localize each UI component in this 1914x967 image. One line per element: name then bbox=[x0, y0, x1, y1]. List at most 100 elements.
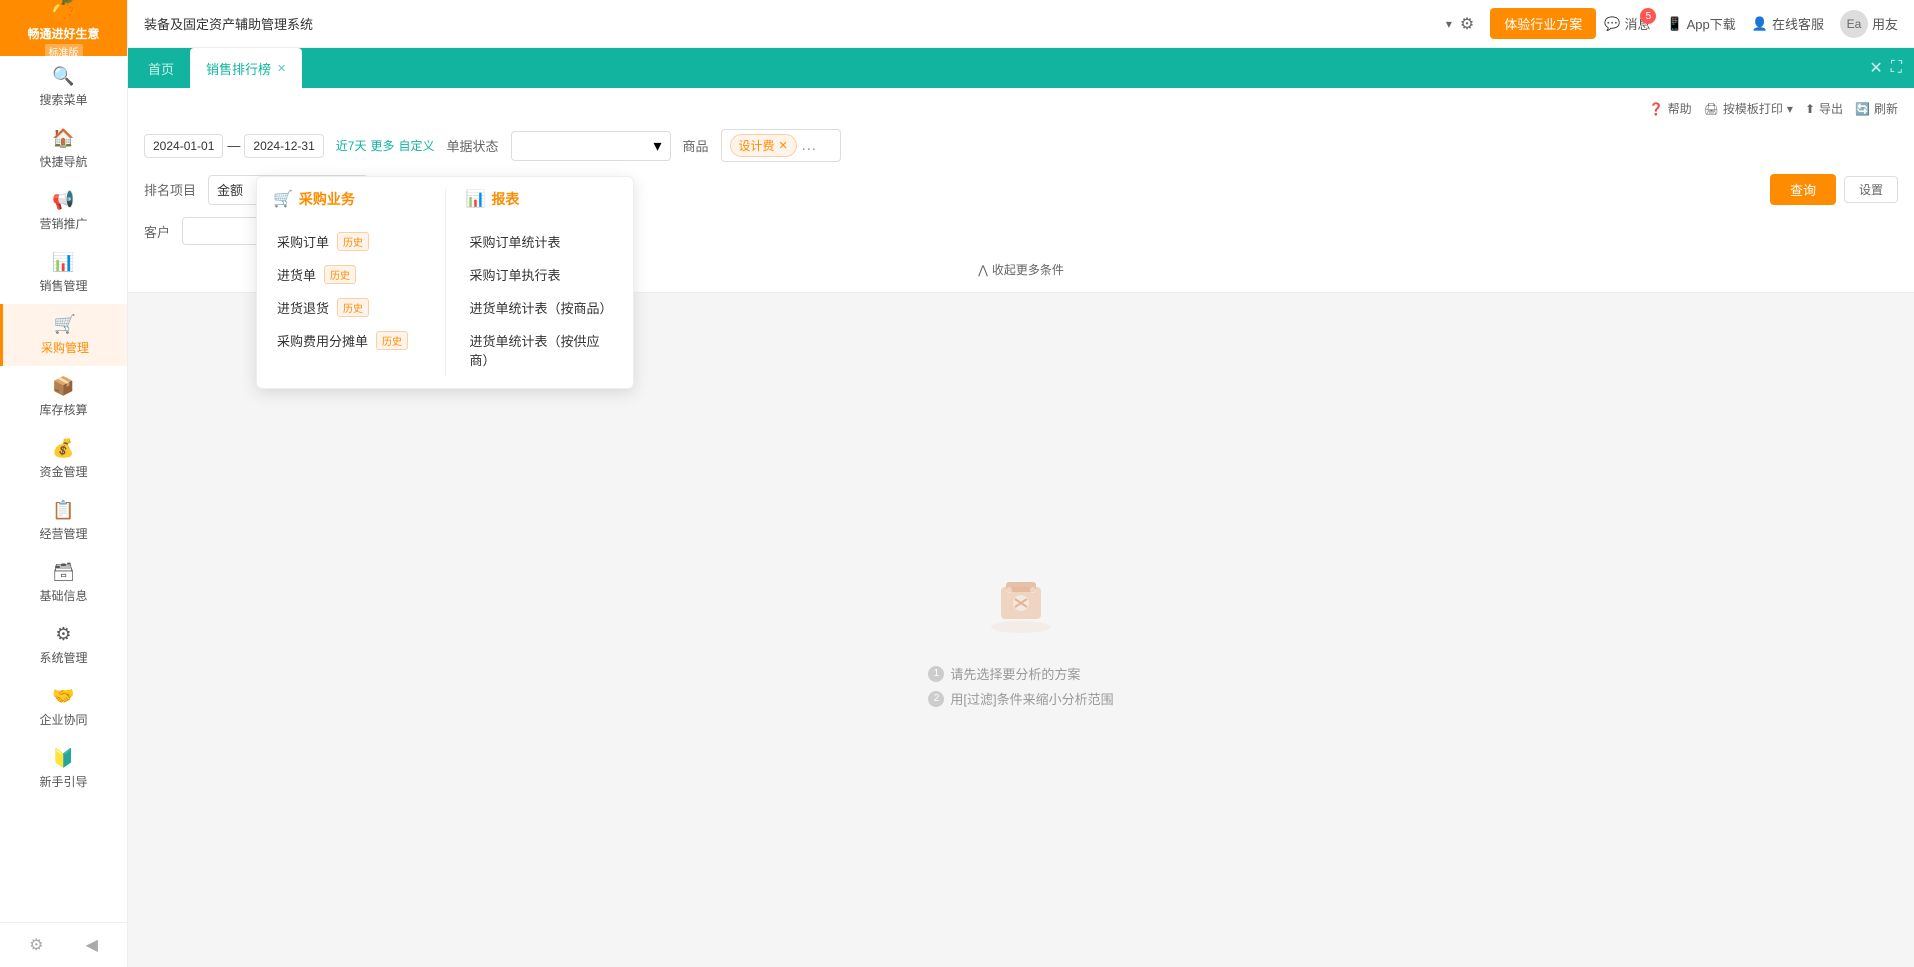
sidebar-item-sales[interactable]: 📊 销售管理 bbox=[0, 242, 127, 304]
sidebar-item-basic-info[interactable]: 🗃 基础信息 bbox=[0, 552, 127, 614]
quick-dates: 近7天 更多 自定义 bbox=[336, 137, 435, 154]
search-menu-icon: 🔍 bbox=[52, 66, 74, 87]
tab-home-label: 首页 bbox=[148, 59, 174, 78]
sidebar-item-finance[interactable]: 💰 资金管理 bbox=[0, 428, 127, 490]
empty-step-1: 1 请先选择要分析的方案 bbox=[928, 664, 1080, 683]
export-btn[interactable]: ⬆ 导出 bbox=[1805, 100, 1843, 117]
app-icon: 📱 bbox=[1666, 16, 1682, 32]
header-settings-icon[interactable]: ⚙ bbox=[1460, 14, 1474, 34]
home-icon: 🏠 bbox=[52, 128, 74, 149]
tab-expand-icon[interactable]: ⛶ bbox=[1891, 59, 1902, 77]
industry-btn[interactable]: 体验行业方案 bbox=[1490, 8, 1596, 39]
goods-tag-remove[interactable]: ✕ bbox=[779, 139, 788, 152]
menu-item-purchase-order-stat[interactable]: 采购订单统计表 bbox=[466, 225, 618, 258]
user-label: 用友 bbox=[1872, 14, 1898, 33]
menu-item-goods-stat-by-supplier[interactable]: 进货单统计表（按供应商） bbox=[466, 324, 618, 376]
goods-return-label: 进货退货 bbox=[277, 298, 329, 317]
date-end[interactable]: 2024-12-31 bbox=[244, 134, 323, 158]
header-right: 💬 消息 5 📱 App下载 👤 在线客服 Ea 用友 bbox=[1604, 10, 1898, 38]
sidebar-collapse-btn[interactable]: ◀ bbox=[86, 935, 98, 955]
content-area: ❓ 帮助 🖨 按模板打印 ▾ ⬆ 导出 🔄 刷新 bbox=[128, 88, 1914, 967]
sidebar-logo: 🍊 畅通进好生意 标准版 bbox=[0, 0, 127, 56]
query-button[interactable]: 查询 bbox=[1770, 174, 1836, 205]
report-col-label: 报表 bbox=[491, 189, 519, 209]
menu-item-purchase-order[interactable]: 采购订单 历史 bbox=[273, 225, 425, 258]
step-1-text: 请先选择要分析的方案 bbox=[950, 664, 1080, 683]
sidebar-item-search[interactable]: 🔍 搜索菜单 bbox=[0, 56, 127, 118]
sidebar-item-inventory[interactable]: 📦 库存核算 bbox=[0, 366, 127, 428]
goods-filter[interactable]: 设计费 ✕ … bbox=[721, 129, 841, 162]
app-download-btn[interactable]: 📱 App下载 bbox=[1666, 14, 1735, 33]
goods-stat-product-label: 进货单统计表（按商品） bbox=[470, 298, 613, 317]
quick-7days[interactable]: 近7天 bbox=[336, 137, 367, 154]
finance-icon: 💰 bbox=[52, 438, 74, 459]
purchase-col-title: 🛒 采购业务 bbox=[273, 189, 425, 215]
user-btn[interactable]: Ea 用友 bbox=[1840, 10, 1898, 38]
print-btn[interactable]: 🖨 按模板打印 ▾ bbox=[1704, 100, 1793, 117]
logo-icon: 🍊 bbox=[50, 0, 77, 23]
menu-item-purchase-expense[interactable]: 采购费用分摊单 历史 bbox=[273, 324, 425, 357]
tab-home[interactable]: 首页 bbox=[132, 48, 190, 88]
step-1-num: 1 bbox=[928, 666, 944, 682]
purchase-order-stat-label: 采购订单统计表 bbox=[470, 232, 561, 251]
menu-divider bbox=[445, 189, 446, 376]
menu-item-goods-stat-by-product[interactable]: 进货单统计表（按商品） bbox=[466, 291, 618, 324]
collapse-label: 收起更多条件 bbox=[992, 261, 1064, 278]
date-range: 2024-01-01 — 2024-12-31 bbox=[144, 134, 324, 158]
refresh-btn[interactable]: 🔄 刷新 bbox=[1855, 100, 1898, 117]
goods-label: 商品 bbox=[683, 136, 709, 155]
sidebar-item-label: 采购管理 bbox=[41, 339, 89, 356]
goods-ellipsis[interactable]: … bbox=[801, 137, 817, 155]
service-btn[interactable]: 👤 在线客服 bbox=[1752, 14, 1824, 33]
history-badge-3: 历史 bbox=[337, 298, 369, 317]
voucher-status-select[interactable]: ▾ bbox=[511, 131, 671, 161]
help-icon: ❓ bbox=[1649, 102, 1664, 116]
sidebar-item-marketing[interactable]: 📢 营销推广 bbox=[0, 180, 127, 242]
goods-receipt-label: 进货单 bbox=[277, 265, 316, 284]
help-btn[interactable]: ❓ 帮助 bbox=[1649, 100, 1692, 117]
purchase-col-label: 采购业务 bbox=[299, 189, 355, 209]
system-dropdown-arrow[interactable]: ▾ bbox=[1446, 17, 1452, 31]
sidebar-item-label: 基础信息 bbox=[39, 587, 87, 604]
goods-tag: 设计费 ✕ bbox=[730, 134, 797, 157]
collapse-up-icon: ⋀ bbox=[978, 263, 988, 277]
goods-stat-supplier-label: 进货单统计表（按供应商） bbox=[470, 331, 614, 369]
menu-item-goods-return[interactable]: 进货退货 历史 bbox=[273, 291, 425, 324]
set-button[interactable]: 设置 bbox=[1844, 176, 1898, 203]
sidebar-item-system[interactable]: ⚙ 系统管理 bbox=[0, 614, 127, 676]
filter-toolbar-row: ❓ 帮助 🖨 按模板打印 ▾ ⬆ 导出 🔄 刷新 bbox=[144, 100, 1898, 117]
sidebar-item-purchase[interactable]: 🛒 采购管理 bbox=[0, 304, 127, 366]
quick-more[interactable]: 更多 bbox=[370, 137, 394, 154]
message-btn[interactable]: 💬 消息 5 bbox=[1604, 14, 1650, 33]
empty-text: 1 请先选择要分析的方案 2 用[过滤]条件来缩小分析范围 bbox=[928, 664, 1113, 708]
date-start[interactable]: 2024-01-01 bbox=[144, 134, 223, 158]
sidebar-item-label: 新手引导 bbox=[39, 773, 87, 790]
sidebar-item-label: 系统管理 bbox=[39, 649, 87, 666]
menu-item-purchase-order-exec[interactable]: 采购订单执行表 bbox=[466, 258, 618, 291]
sidebar-item-operations[interactable]: 📋 经营管理 bbox=[0, 490, 127, 552]
menu-item-goods-receipt[interactable]: 进货单 历史 bbox=[273, 258, 425, 291]
system-icon: ⚙ bbox=[55, 624, 71, 645]
message-badge: 5 bbox=[1640, 8, 1656, 24]
refresh-label: 刷新 bbox=[1874, 100, 1898, 117]
report-col: 📊 报表 采购订单统计表 采购订单执行表 进货单统计表（按商品） 进货单统计表（… bbox=[450, 189, 634, 376]
system-name: 装备及固定资产辅助管理系统 bbox=[144, 14, 1438, 33]
tab-close-icon[interactable]: ✕ bbox=[277, 62, 286, 75]
export-icon: ⬆ bbox=[1805, 102, 1815, 116]
purchase-order-label: 采购订单 bbox=[277, 232, 329, 251]
tab-sales-rank[interactable]: 销售排行榜 ✕ bbox=[190, 48, 302, 88]
quick-custom[interactable]: 自定义 bbox=[398, 137, 434, 154]
purchase-icon: 🛒 bbox=[54, 314, 76, 335]
sidebar-item-enterprise[interactable]: 🤝 企业协同 bbox=[0, 676, 127, 738]
rank-label: 排名项目 bbox=[144, 180, 196, 199]
collapse-btn[interactable]: ⋀ 收起更多条件 bbox=[978, 261, 1064, 278]
sidebar-item-label: 库存核算 bbox=[39, 401, 87, 418]
purchase-col-icon: 🛒 bbox=[273, 189, 293, 209]
filter-row-1: 2024-01-01 — 2024-12-31 近7天 更多 自定义 单据状态 … bbox=[144, 129, 1898, 162]
top-header: 装备及固定资产辅助管理系统 ▾ ⚙ 体验行业方案 💬 消息 5 📱 App下载 … bbox=[128, 0, 1914, 48]
sidebar-item-guide[interactable]: 🔰 新手引导 bbox=[0, 738, 127, 800]
sidebar-item-quick-nav[interactable]: 🏠 快捷导航 bbox=[0, 118, 127, 180]
tab-close-all-icon[interactable]: ✕ bbox=[1869, 58, 1882, 78]
voucher-status-dropdown: ▾ bbox=[653, 136, 661, 156]
sidebar-settings-btn[interactable]: ⚙ bbox=[29, 935, 43, 955]
